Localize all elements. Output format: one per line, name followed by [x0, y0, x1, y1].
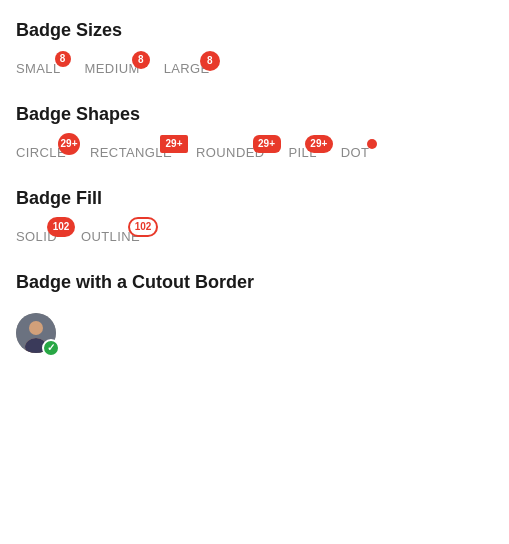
- shape-pill-item: PILL 29+: [289, 145, 317, 160]
- badge-shapes-row: CIRCLE 29+ RECTANGLE 29+ ROUNDED 29+ PIL…: [16, 145, 493, 160]
- fill-outline-item: OUTLINE 102: [81, 229, 140, 244]
- size-small-item: SMALL 8: [16, 61, 61, 76]
- size-medium-item: MEDIUM 8: [85, 61, 140, 76]
- size-small-label: SMALL: [16, 61, 61, 76]
- badge-sizes-section: Badge Sizes SMALL 8 MEDIUM 8 LARGE 8: [16, 20, 493, 76]
- shape-rectangle-item: RECTANGLE 29+: [90, 145, 172, 160]
- badge-shapes-section: Badge Shapes CIRCLE 29+ RECTANGLE 29+ RO…: [16, 104, 493, 160]
- size-medium-label: MEDIUM: [85, 61, 140, 76]
- size-medium-badge: 8: [132, 51, 150, 69]
- shape-dot-label: DOT: [341, 145, 370, 160]
- badge-sizes-title: Badge Sizes: [16, 20, 493, 41]
- shape-dot-item: DOT: [341, 145, 370, 160]
- badge-fill-row: SOLID 102 OUTLINE 102: [16, 229, 493, 244]
- shape-circle-badge: 29+: [58, 133, 80, 155]
- fill-outline-badge: 102: [128, 217, 158, 237]
- size-large-badge: 8: [200, 51, 220, 71]
- size-large-item: LARGE 8: [164, 61, 210, 76]
- cutout-section: Badge with a Cutout Border ✓: [16, 272, 493, 357]
- svg-point-1: [29, 321, 43, 335]
- shape-rounded-badge: 29+: [253, 135, 281, 153]
- fill-solid-item: SOLID 102: [16, 229, 57, 244]
- fill-solid-badge: 102: [47, 217, 75, 237]
- shape-rectangle-badge: 29+: [160, 135, 188, 153]
- cutout-title: Badge with a Cutout Border: [16, 272, 493, 293]
- badge-shapes-title: Badge Shapes: [16, 104, 493, 125]
- shape-pill-badge: 29+: [305, 135, 333, 153]
- size-small-badge: 8: [55, 51, 71, 67]
- badge-fill-title: Badge Fill: [16, 188, 493, 209]
- badge-sizes-row: SMALL 8 MEDIUM 8 LARGE 8: [16, 61, 493, 76]
- shape-rounded-item: ROUNDED 29+: [196, 145, 264, 160]
- avatar-container: ✓: [16, 313, 56, 353]
- cutout-badge: ✓: [42, 339, 60, 357]
- shape-dot-badge: [367, 139, 377, 149]
- check-icon: ✓: [47, 343, 55, 353]
- shape-circle-item: CIRCLE 29+: [16, 145, 66, 160]
- badge-fill-section: Badge Fill SOLID 102 OUTLINE 102: [16, 188, 493, 244]
